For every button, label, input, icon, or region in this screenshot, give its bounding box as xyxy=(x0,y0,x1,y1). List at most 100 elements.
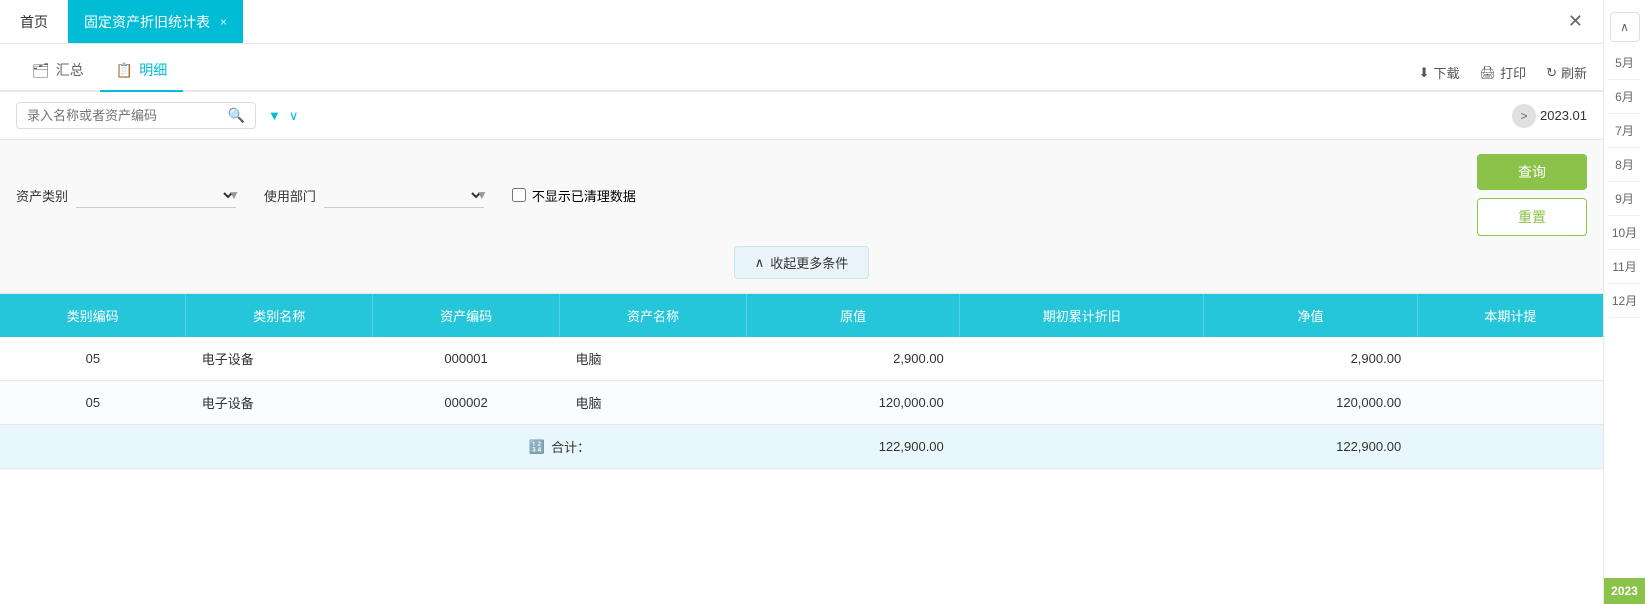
exclude-cleared-field: 不显示已清理数据 xyxy=(512,186,636,205)
dept-field: 使用部门 ▼ xyxy=(264,182,488,208)
cell-original-value: 120,000.00 xyxy=(746,381,959,425)
home-tab[interactable]: 首页 xyxy=(0,0,68,43)
active-tab[interactable]: 固定资产折旧统计表 × xyxy=(68,0,243,43)
table-total-row: 🔢 合计： 122,900.00 122,900.00 xyxy=(0,425,1603,469)
download-button[interactable]: ⬇ 下载 xyxy=(1419,63,1460,82)
filter-icon: ▼ xyxy=(268,108,281,123)
total-original-value: 122,900.00 xyxy=(746,425,959,469)
col-original-value: 原值 xyxy=(746,294,959,337)
sidebar-months: 5月6月7月8月9月10月11月12月 xyxy=(1608,46,1641,318)
data-table: 类别编码 类别名称 资产编码 资产名称 原值 期初累计折旧 净值 本期计提 05… xyxy=(0,294,1603,469)
close-tab-button[interactable]: × xyxy=(220,15,227,29)
sidebar-month-item[interactable]: 6月 xyxy=(1608,80,1641,114)
print-button[interactable]: 🖨 打印 xyxy=(1480,63,1527,82)
refresh-label: 刷新 xyxy=(1561,63,1587,82)
cell-net-value: 2,900.00 xyxy=(1204,337,1417,381)
search-icon: 🔍 xyxy=(228,107,245,124)
exclude-cleared-label: 不显示已清理数据 xyxy=(532,186,636,205)
total-current xyxy=(1417,425,1603,469)
current-date-label: 2023.01 xyxy=(1540,108,1587,123)
dept-select[interactable] xyxy=(324,182,484,208)
sidebar-nav-up-button[interactable]: ∧ xyxy=(1610,12,1640,42)
top-nav: 首页 固定资产折旧统计表 × ✕ xyxy=(0,0,1603,44)
detail-icon: 📋 xyxy=(116,62,133,79)
advanced-filter: 资产类别 ▼ 使用部门 ▼ 不显示已清理数据 查询 重置 xyxy=(0,140,1603,294)
tab-summary-label: 汇总 xyxy=(56,60,84,80)
total-colspan-cell xyxy=(0,425,373,469)
asset-category-select[interactable] xyxy=(76,182,236,208)
sidebar-month-item[interactable]: 10月 xyxy=(1608,216,1641,250)
cell-asset-code: 000001 xyxy=(373,337,560,381)
refresh-button[interactable]: ↻ 刷新 xyxy=(1546,63,1587,82)
collapse-bar: ∧ 收起更多条件 xyxy=(16,246,1587,279)
cell-asset-name: 电脑 xyxy=(560,381,747,425)
sidebar-month-item[interactable]: 8月 xyxy=(1608,148,1641,182)
right-sidebar: ∧ 5月6月7月8月9月10月11月12月 2023 xyxy=(1603,0,1645,604)
cell-asset-name: 电脑 xyxy=(560,337,747,381)
date-indicator: > 2023.01 xyxy=(1512,104,1587,128)
filter-row: 资产类别 ▼ 使用部门 ▼ 不显示已清理数据 查询 重置 xyxy=(16,154,1587,236)
sidebar-month-item[interactable]: 7月 xyxy=(1608,114,1641,148)
cell-current-depreciation xyxy=(1417,337,1603,381)
col-net-value: 净值 xyxy=(1204,294,1417,337)
table-row: 05 电子设备 000001 电脑 2,900.00 2,900.00 xyxy=(0,337,1603,381)
print-icon: 🖨 xyxy=(1480,65,1497,81)
sidebar-month-item[interactable]: 5月 xyxy=(1608,46,1641,80)
cell-original-value: 2,900.00 xyxy=(746,337,959,381)
total-label-cell: 🔢 合计： xyxy=(373,425,747,469)
tab-summary[interactable]: 🗂 汇总 xyxy=(16,50,100,92)
asset-category-label: 资产类别 xyxy=(16,186,68,205)
chevron-down-icon: ∨ xyxy=(289,108,299,124)
total-label-text: 合计： xyxy=(551,437,590,456)
cell-net-value: 120,000.00 xyxy=(1204,381,1417,425)
tab-detail[interactable]: 📋 明细 xyxy=(100,50,183,92)
search-wrapper: 🔍 xyxy=(16,102,256,129)
active-tab-label: 固定资产折旧统计表 xyxy=(84,12,210,32)
download-label: 下载 xyxy=(1434,63,1460,82)
sidebar-month-item[interactable]: 9月 xyxy=(1608,182,1641,216)
table-container: 类别编码 类别名称 资产编码 资产名称 原值 期初累计折旧 净值 本期计提 05… xyxy=(0,294,1603,604)
col-category-code: 类别编码 xyxy=(0,294,186,337)
collapse-label: 收起更多条件 xyxy=(770,253,848,272)
toolbar-actions: ⬇ 下载 🖨 打印 ↻ 刷新 xyxy=(1419,63,1587,90)
cell-accumulated-depreciation xyxy=(960,381,1204,425)
download-icon: ⬇ xyxy=(1419,65,1430,81)
tab-detail-label: 明细 xyxy=(139,60,167,80)
more-filter-button[interactable]: ▼ ∨ xyxy=(268,108,298,124)
asset-category-field: 资产类别 ▼ xyxy=(16,182,240,208)
cell-category-code: 05 xyxy=(0,337,186,381)
sidebar-year-badge: 2023 xyxy=(1604,578,1645,604)
table-row: 05 电子设备 000002 电脑 120,000.00 120,000.00 xyxy=(0,381,1603,425)
reset-button[interactable]: 重置 xyxy=(1477,198,1587,236)
cell-category-name: 电子设备 xyxy=(186,381,373,425)
exclude-cleared-checkbox[interactable] xyxy=(512,188,526,202)
cell-category-name: 电子设备 xyxy=(186,337,373,381)
total-net-value: 122,900.00 xyxy=(1204,425,1417,469)
table-header-row: 类别编码 类别名称 资产编码 资产名称 原值 期初累计折旧 净值 本期计提 xyxy=(0,294,1603,337)
dept-label: 使用部门 xyxy=(264,186,316,205)
col-asset-name: 资产名称 xyxy=(560,294,747,337)
sidebar-month-item[interactable]: 11月 xyxy=(1608,250,1641,284)
summary-icon: 🗂 xyxy=(32,62,50,79)
cell-accumulated-depreciation xyxy=(960,337,1204,381)
cell-category-code: 05 xyxy=(0,381,186,425)
sidebar-month-item[interactable]: 12月 xyxy=(1608,284,1641,318)
tab-bar: 🗂 汇总 📋 明细 ⬇ 下载 🖨 打印 ↻ 刷新 xyxy=(0,44,1603,92)
print-label: 打印 xyxy=(1500,63,1526,82)
date-nav-button[interactable]: > xyxy=(1512,104,1536,128)
collapse-icon: ∧ xyxy=(755,255,765,271)
refresh-icon: ↻ xyxy=(1546,65,1557,81)
total-icon: 🔢 xyxy=(529,439,545,455)
col-current-depreciation: 本期计提 xyxy=(1417,294,1603,337)
col-accumulated-depreciation: 期初累计折旧 xyxy=(960,294,1204,337)
col-category-name: 类别名称 xyxy=(186,294,373,337)
total-accumulated xyxy=(960,425,1204,469)
col-asset-code: 资产编码 xyxy=(373,294,560,337)
close-window-button[interactable]: ✕ xyxy=(1548,11,1603,32)
search-input[interactable] xyxy=(27,108,224,123)
filter-bar: 🔍 ▼ ∨ > 2023.01 xyxy=(0,92,1603,140)
collapse-button[interactable]: ∧ 收起更多条件 xyxy=(734,246,870,279)
query-button[interactable]: 查询 xyxy=(1477,154,1587,190)
filter-actions: 查询 重置 xyxy=(1477,154,1587,236)
cell-asset-code: 000002 xyxy=(373,381,560,425)
